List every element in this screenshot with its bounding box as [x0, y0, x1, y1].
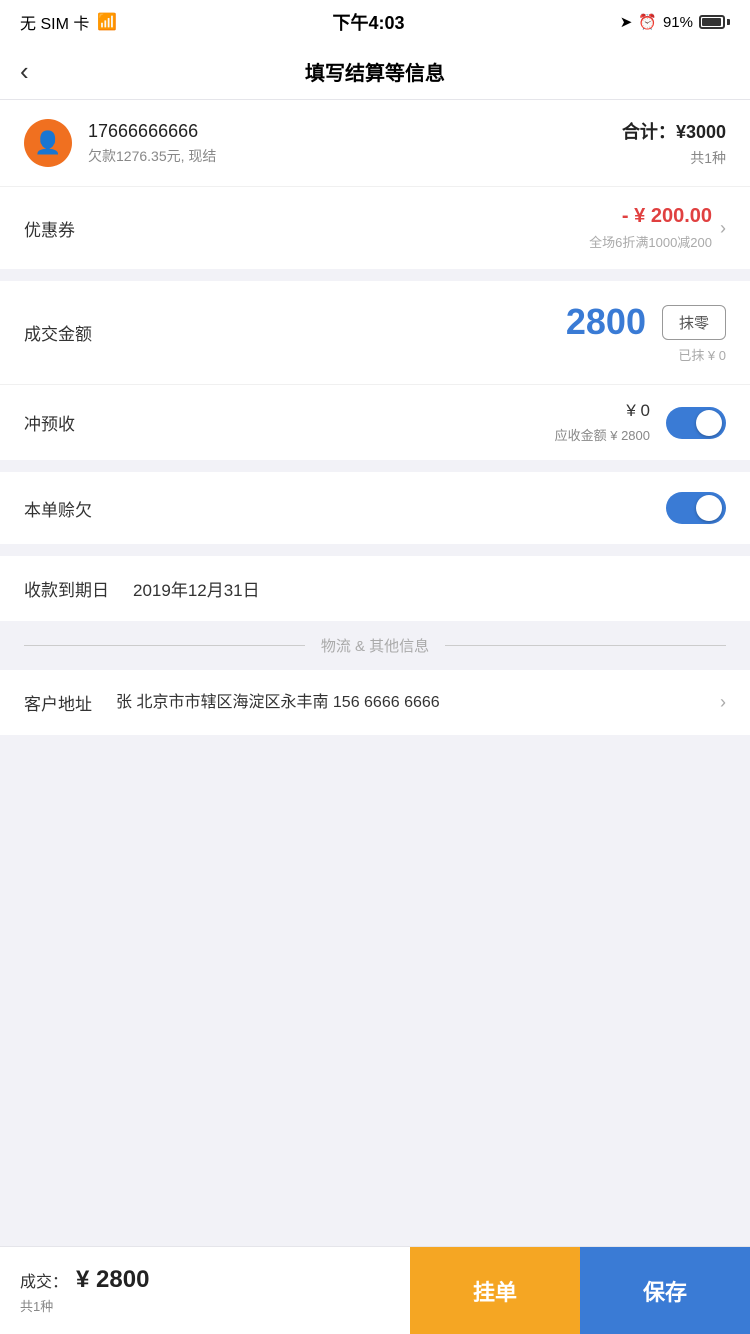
debt-row: 本单赊欠	[0, 472, 750, 544]
customer-left: 👤 17666666666 欠款1276.35元, 现结	[24, 119, 216, 167]
section-divider-2	[0, 460, 750, 472]
customer-info: 17666666666 欠款1276.35元, 现结	[88, 121, 216, 166]
toggle-knob	[696, 410, 722, 436]
coupon-label: 优惠券	[24, 216, 75, 241]
prepay-info: ¥ 0 应收金额 ¥ 2800	[555, 401, 650, 444]
debt-label: 本单赊欠	[24, 496, 92, 521]
wifi-icon: 📶	[97, 12, 117, 32]
total-label: 合计：	[622, 122, 676, 142]
round-button[interactable]: 抹零	[662, 305, 726, 340]
deal-right: 2800 抹零	[566, 301, 726, 343]
debt-toggle[interactable]	[666, 492, 726, 524]
address-label: 客户地址	[24, 690, 92, 715]
due-date-value: 2019年12月31日	[133, 576, 260, 601]
logistics-separator: 物流 & 其他信息	[0, 621, 750, 670]
bottom-deal-label: 成交：	[20, 1268, 68, 1292]
nav-bar: ‹ 填写结算等信息	[0, 44, 750, 100]
back-button[interactable]: ‹	[12, 52, 37, 91]
sep-line-left	[24, 645, 305, 646]
chevron-right-icon: ›	[720, 218, 726, 239]
coupon-row[interactable]: 优惠券 - ¥ 200.00 全场6折满1000减200 ›	[0, 187, 750, 269]
address-value: 张 北京市市辖区海淀区永丰南 156 6666 6666	[116, 691, 720, 715]
save-button[interactable]: 保存	[580, 1247, 750, 1334]
status-right: ➤ ⏰ 91%	[620, 13, 730, 31]
deal-amount-row: 成交金额 2800 抹零 已抹 ¥ 0	[0, 281, 750, 385]
carrier-label: 无 SIM 卡	[20, 10, 89, 34]
section-divider-1	[0, 269, 750, 281]
sep-line-right	[445, 645, 726, 646]
main-content: 👤 17666666666 欠款1276.35元, 现结 合计：¥3000 共1…	[0, 100, 750, 995]
pending-button[interactable]: 挂单	[410, 1247, 580, 1334]
status-left: 无 SIM 卡 📶	[20, 10, 117, 34]
section-divider-3	[0, 544, 750, 556]
coupon-right: - ¥ 200.00 全场6折满1000减200 ›	[589, 205, 726, 251]
customer-row: 👤 17666666666 欠款1276.35元, 现结 合计：¥3000 共1…	[0, 100, 750, 187]
bottom-deal-amount: ¥ 2800	[76, 1266, 149, 1294]
customer-phone: 17666666666	[88, 121, 216, 142]
bottom-deal-count: 共1种	[20, 1296, 390, 1315]
location-icon: ➤	[620, 13, 633, 31]
prepay-label: 冲预收	[24, 410, 75, 435]
logistics-label: 物流 & 其他信息	[321, 635, 429, 656]
customer-section: 👤 17666666666 欠款1276.35元, 现结 合计：¥3000 共1…	[0, 100, 750, 187]
due-date-row: 收款到期日 2019年12月31日	[0, 556, 750, 621]
deal-amount-label: 成交金额	[24, 320, 92, 345]
address-chevron-icon: ›	[720, 692, 726, 713]
coupon-description: 全场6折满1000减200	[589, 232, 712, 251]
avatar: 👤	[24, 119, 72, 167]
bottom-bar: 成交： ¥ 2800 共1种 挂单 保存	[0, 1246, 750, 1334]
status-bar: 无 SIM 卡 📶 下午4:03 ➤ ⏰ 91%	[0, 0, 750, 44]
prepay-right: ¥ 0 应收金额 ¥ 2800	[555, 401, 726, 444]
battery-percent: 91%	[663, 14, 693, 31]
prepay-receivable: 应收金额 ¥ 2800	[555, 425, 650, 444]
date-section: 收款到期日 2019年12月31日	[0, 556, 750, 621]
deal-amount-value: 2800	[566, 301, 646, 343]
debt-toggle-knob	[696, 495, 722, 521]
due-date-label: 收款到期日	[24, 576, 109, 601]
coupon-discount: - ¥ 200.00	[589, 205, 712, 228]
bottom-deal-info: 成交： ¥ 2800 共1种	[0, 1266, 410, 1315]
status-time: 下午4:03	[332, 9, 404, 35]
battery-icon	[699, 15, 730, 29]
customer-debt: 欠款1276.35元, 现结	[88, 146, 216, 166]
total-value: ¥3000	[676, 122, 726, 142]
bottom-gray-area	[0, 735, 750, 895]
address-row[interactable]: 客户地址 张 北京市市辖区海淀区永丰南 156 6666 6666 ›	[0, 670, 750, 735]
page-title: 填写结算等信息	[305, 57, 445, 86]
deal-section: 成交金额 2800 抹零 已抹 ¥ 0 冲预收 ¥ 0 应收金额 ¥ 2800	[0, 281, 750, 460]
prepay-row: 冲预收 ¥ 0 应收金额 ¥ 2800	[0, 385, 750, 460]
deal-sub-text: 已抹 ¥ 0	[566, 345, 726, 364]
total-count: 共1种	[622, 148, 726, 168]
bottom-deal-row: 成交： ¥ 2800	[20, 1266, 390, 1294]
prepay-amount: ¥ 0	[555, 401, 650, 421]
prepay-toggle[interactable]	[666, 407, 726, 439]
customer-right: 合计：¥3000 共1种	[622, 118, 726, 168]
alarm-icon: ⏰	[638, 13, 657, 31]
address-section: 客户地址 张 北京市市辖区海淀区永丰南 156 6666 6666 ›	[0, 670, 750, 735]
debt-section: 本单赊欠	[0, 472, 750, 544]
total-amount: 合计：¥3000	[622, 118, 726, 144]
